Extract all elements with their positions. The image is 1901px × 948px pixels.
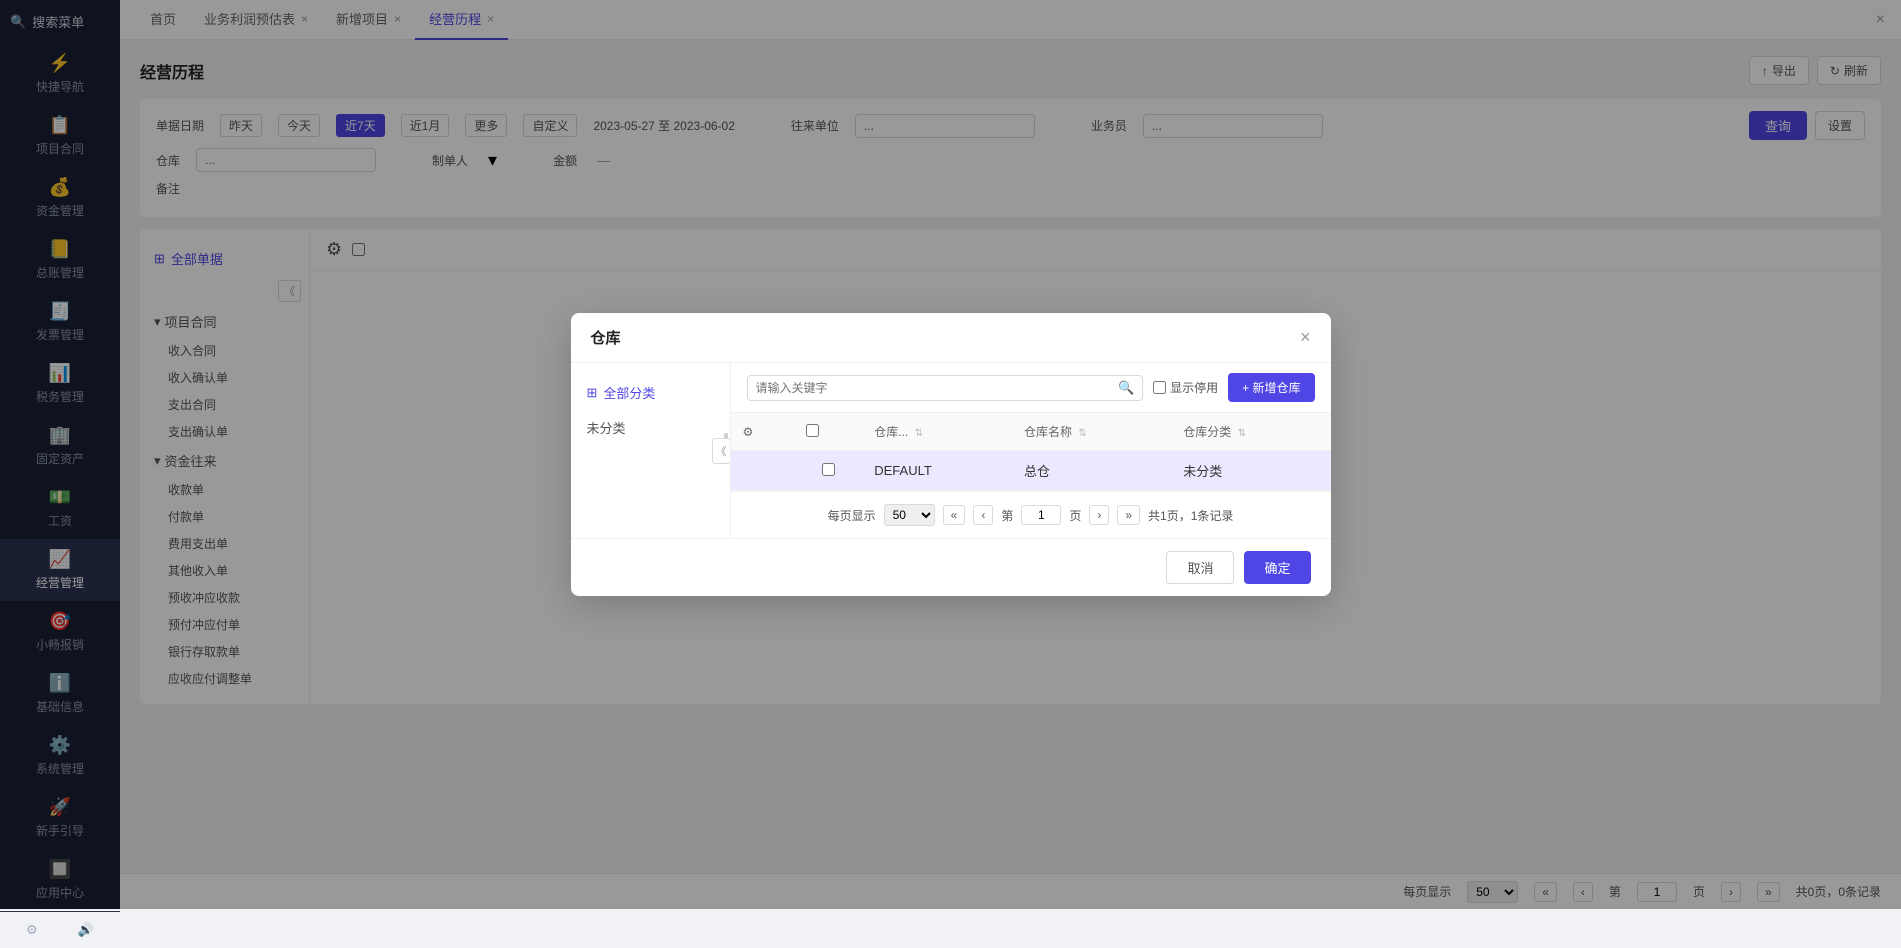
warehouse-search-input[interactable]	[756, 381, 1112, 395]
cancel-button[interactable]: 取消	[1166, 551, 1234, 584]
modal-next-page[interactable]: ›	[1089, 505, 1109, 525]
row-checkbox[interactable]	[794, 451, 862, 491]
col-name: 仓库名称 ⇅	[1012, 413, 1171, 451]
warehouse-modal: 仓库 × ⊞ 全部分类 未分类 《	[571, 313, 1331, 596]
sort-name-icon[interactable]: ⇅	[1078, 428, 1086, 439]
search-wrap: 🔍	[747, 375, 1144, 401]
col-category: 仓库分类 ⇅	[1171, 413, 1330, 451]
modal-title: 仓库	[591, 327, 621, 348]
category-all[interactable]: ⊞ 全部分类	[571, 375, 730, 410]
table-select-all[interactable]	[806, 424, 819, 437]
search-icon-modal: 🔍	[1118, 380, 1134, 396]
modal-prev-page[interactable]: ‹	[973, 505, 993, 525]
modal-pagination: 每页显示 50 100 « ‹ 第 页 › » 共1页，1条记录	[731, 491, 1331, 538]
settings-col-icon[interactable]: ⚙	[743, 425, 754, 439]
modal-page-input[interactable]	[1021, 505, 1061, 525]
row-name: 总仓	[1012, 451, 1171, 491]
collapse-chevron: 《	[716, 446, 727, 458]
modal-footer: 取消 确定	[571, 538, 1331, 596]
confirm-button[interactable]: 确定	[1244, 551, 1310, 584]
modal-total-info: 共1页，1条记录	[1148, 507, 1233, 524]
sidebar-bottom: ⚙ 🔊	[0, 911, 120, 948]
row-settings	[731, 451, 795, 491]
warehouse-table: ⚙ 仓库... ⇅ 仓库名称	[731, 413, 1331, 491]
modal-close-button[interactable]: ×	[1300, 327, 1311, 348]
speaker-icon[interactable]: 🔊	[78, 922, 94, 938]
col-settings: ⚙	[731, 413, 795, 451]
modal-first-page[interactable]: «	[943, 505, 966, 525]
col-checkbox	[794, 413, 862, 451]
show-disabled-label[interactable]: 显示停用	[1153, 379, 1218, 396]
panel-collapse-btn[interactable]: 《	[712, 438, 731, 464]
row-category: 未分类	[1171, 451, 1330, 491]
modal-last-page[interactable]: »	[1117, 505, 1140, 525]
add-warehouse-button[interactable]: + 新增仓库	[1228, 373, 1314, 402]
modal-overlay[interactable]: 仓库 × ⊞ 全部分类 未分类 《	[0, 0, 1901, 909]
row-code: DEFAULT	[862, 451, 1012, 491]
modal-header: 仓库 ×	[571, 313, 1331, 363]
settings-icon[interactable]: ⚙	[26, 922, 38, 938]
table-row[interactable]: DEFAULT 总仓 未分类	[731, 451, 1331, 491]
col-code: 仓库... ⇅	[862, 413, 1012, 451]
table-search-bar: 🔍 显示停用 + 新增仓库	[731, 363, 1331, 413]
category-unclassified[interactable]: 未分类	[571, 410, 730, 445]
modal-page-of: 第	[1001, 507, 1013, 524]
modal-body: ⊞ 全部分类 未分类 《 🔍	[571, 363, 1331, 538]
grid-icon-modal: ⊞	[587, 385, 598, 401]
category-panel: ⊞ 全部分类 未分类 《	[571, 363, 731, 538]
modal-per-page[interactable]: 50 100	[884, 504, 935, 526]
table-panel: 🔍 显示停用 + 新增仓库 ⚙	[731, 363, 1331, 538]
sort-code-icon[interactable]: ⇅	[915, 428, 923, 439]
sort-category-icon[interactable]: ⇅	[1238, 428, 1246, 439]
show-disabled-checkbox[interactable]	[1153, 381, 1166, 394]
